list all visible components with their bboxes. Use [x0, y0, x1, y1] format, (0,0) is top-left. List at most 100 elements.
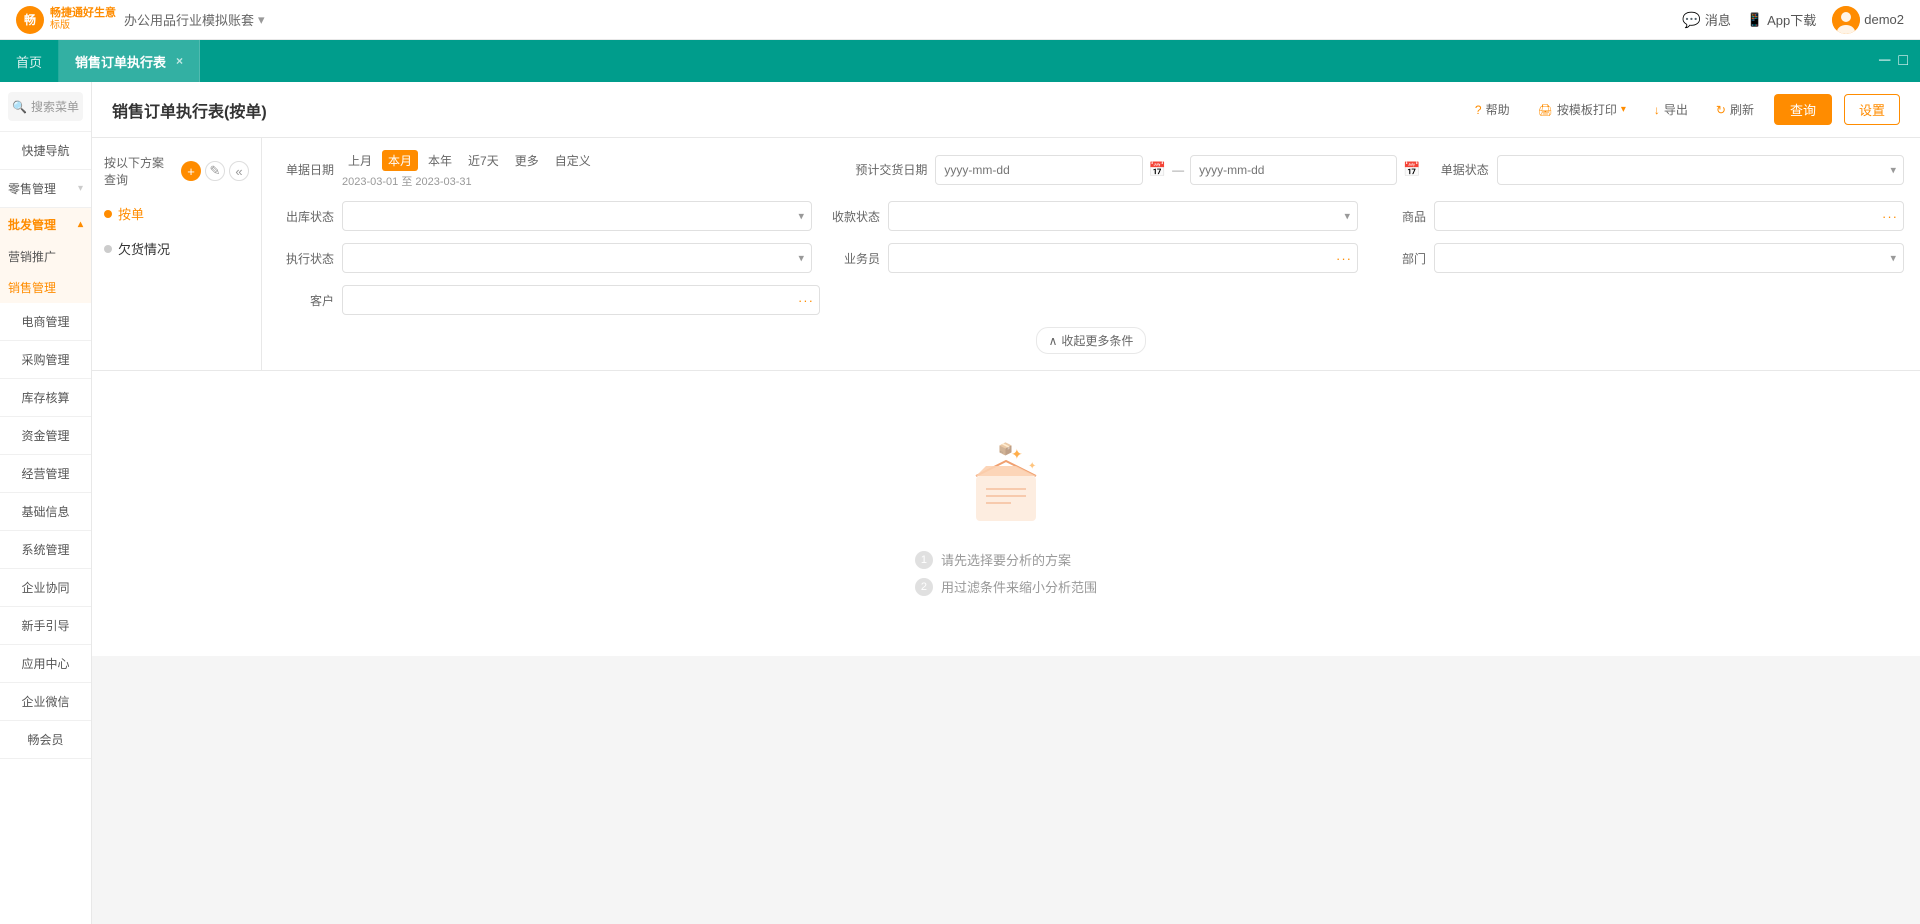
add-scheme-button[interactable]: + — [181, 161, 201, 181]
empty-step-2: 2 用过滤条件来缩小分析范围 — [915, 577, 1097, 596]
message-button[interactable]: 💬 消息 — [1682, 10, 1731, 29]
print-icon: 🖨 — [1538, 103, 1553, 117]
tab-maximize-button[interactable]: □ — [1898, 52, 1908, 70]
tab-bar-actions: ─ □ — [1867, 40, 1920, 82]
warehouse-status-select-wrap — [342, 201, 812, 231]
sidebar-search-area: 🔍 搜索菜单 — [0, 82, 91, 132]
sidebar-item-member[interactable]: 畅会员 — [0, 721, 91, 759]
sidebar-item-ecommerce[interactable]: 电商管理 — [0, 303, 91, 341]
edit-scheme-button[interactable]: ✎ — [205, 161, 225, 181]
doc-status-select-wrap — [1497, 155, 1904, 185]
empty-steps: 1 请先选择要分析的方案 2 用过滤条件来缩小分析范围 — [915, 550, 1097, 596]
help-button[interactable]: ? 帮助 — [1467, 97, 1518, 122]
shortcut-this-year[interactable]: 本年 — [422, 150, 458, 171]
forecast-date-from[interactable] — [935, 155, 1142, 185]
goods-label: 商品 — [1370, 208, 1426, 225]
filter-item-exec-status: 执行状态 — [278, 243, 812, 273]
calendar-from-icon[interactable]: 📅 — [1149, 161, 1166, 178]
exec-status-select-wrap — [342, 243, 812, 273]
filter-scheme-panel: 按以下方案查询 + ✎ « 按单 欠货情况 — [92, 138, 262, 370]
app-download-button[interactable]: 📱 App下载 — [1747, 10, 1816, 29]
sidebar-item-purchase[interactable]: 采购管理 — [0, 341, 91, 379]
dept-select-wrap — [1434, 243, 1904, 273]
collapse-scheme-button[interactable]: « — [229, 161, 249, 181]
query-button[interactable]: 查询 — [1774, 94, 1832, 125]
collection-status-select[interactable] — [888, 201, 1358, 231]
doc-status-select[interactable] — [1497, 155, 1904, 185]
shortcut-last-month[interactable]: 上月 — [342, 150, 378, 171]
page-actions: ? 帮助 🖨 按模板打印 ▾ ↓ 导出 ↻ 刷新 查询 — [1467, 94, 1900, 125]
salesperson-input[interactable] — [888, 243, 1358, 273]
date-range-display: 2023-03-01 至 2023-03-31 — [342, 173, 843, 189]
customer-label: 客户 — [278, 292, 334, 309]
warehouse-status-select[interactable] — [342, 201, 812, 231]
export-button[interactable]: ↓ 导出 — [1646, 97, 1696, 122]
filter-scheme-header: 按以下方案查询 + ✎ « — [92, 150, 261, 196]
sidebar-section-wholesale[interactable]: 批发管理 ▴ — [0, 208, 91, 241]
collapse-icon: ∧ — [1049, 334, 1058, 348]
shortcut-custom[interactable]: 自定义 — [549, 150, 597, 171]
filter-row-1: 单据日期 上月 本月 本年 近7天 更多 自定义 — [278, 150, 1904, 189]
calendar-to-icon[interactable]: 📅 — [1403, 161, 1420, 178]
filter-item-forecast-date: 预计交货日期 📅 — 📅 — [855, 155, 1420, 185]
empty-icon-area: ✦ ✦ 📦 — [956, 431, 1056, 534]
print-dropdown-icon: ▾ — [1621, 104, 1626, 115]
sidebar-item-newbie[interactable]: 新手引导 — [0, 607, 91, 645]
exec-status-select[interactable] — [342, 243, 812, 273]
collection-status-select-wrap — [888, 201, 1358, 231]
sidebar-item-apps[interactable]: 应用中心 — [0, 645, 91, 683]
sidebar-item-enterprise[interactable]: 企业协同 — [0, 569, 91, 607]
tab-bar: 首页 销售订单执行表 × ─ □ — [0, 40, 1920, 82]
forecast-date-to[interactable] — [1190, 155, 1397, 185]
empty-state: ✦ ✦ 📦 1 请先选择要分析的方案 2 用过滤条件来缩小分析范围 — [92, 371, 1920, 656]
logo-icon: 畅 — [16, 6, 44, 34]
filter-panel-inner: 按以下方案查询 + ✎ « 按单 欠货情况 — [92, 138, 1920, 370]
search-menu-button[interactable]: 🔍 搜索菜单 — [8, 92, 83, 121]
shortcut-7days[interactable]: 近7天 — [462, 150, 505, 171]
shortcut-this-month[interactable]: 本月 — [382, 150, 418, 171]
salesperson-more-icon[interactable]: ··· — [1336, 251, 1352, 266]
sidebar-item-marketing[interactable]: 营销推广 — [0, 241, 91, 272]
sidebar-item-quick-nav[interactable]: 快捷导航 — [0, 132, 91, 170]
dept-select[interactable] — [1434, 243, 1904, 273]
step-num-1: 1 — [915, 551, 933, 569]
customer-more-icon[interactable]: ··· — [798, 293, 814, 308]
scheme-item-order[interactable]: 按单 — [92, 196, 261, 231]
sidebar-item-operations[interactable]: 经营管理 — [0, 455, 91, 493]
top-bar: 畅 畅捷通好生意 标版 办公用品行业模拟账套 ▾ 💬 消息 📱 App下载 — [0, 0, 1920, 40]
filter-row-2: 出库状态 收款状态 — [278, 201, 1904, 231]
collection-status-label: 收款状态 — [824, 208, 880, 225]
empty-illustration: ✦ ✦ 📦 — [956, 431, 1056, 531]
filter-row-4: 客户 ··· — [278, 285, 1904, 315]
tab-home[interactable]: 首页 — [0, 40, 59, 82]
filter-scheme-actions: + ✎ « — [181, 161, 249, 181]
shortcut-more[interactable]: 更多 — [509, 150, 545, 171]
sidebar-item-wechat[interactable]: 企业微信 — [0, 683, 91, 721]
sidebar-item-finance[interactable]: 资金管理 — [0, 417, 91, 455]
breadcrumb-dropdown-icon[interactable]: ▾ — [258, 12, 265, 28]
tab-sales-order[interactable]: 销售订单执行表 × — [59, 40, 200, 82]
scheme-item-backorder[interactable]: 欠货情况 — [92, 231, 261, 266]
logo-area: 畅 畅捷通好生意 标版 — [16, 6, 116, 34]
chevron-up-icon: ▴ — [78, 219, 83, 230]
settings-button[interactable]: 设置 — [1844, 94, 1900, 125]
sidebar-item-sales[interactable]: 销售管理 — [0, 272, 91, 303]
empty-step-1: 1 请先选择要分析的方案 — [915, 550, 1097, 569]
sidebar-item-basic[interactable]: 基础信息 — [0, 493, 91, 531]
print-button[interactable]: 🖨 按模板打印 ▾ — [1530, 97, 1634, 122]
sidebar-item-system[interactable]: 系统管理 — [0, 531, 91, 569]
refresh-button[interactable]: ↻ 刷新 — [1708, 97, 1762, 122]
tab-close-icon[interactable]: × — [176, 54, 183, 68]
tab-minimize-button[interactable]: ─ — [1879, 52, 1890, 70]
customer-input[interactable] — [342, 285, 820, 315]
avatar — [1832, 6, 1860, 34]
sidebar-item-inventory[interactable]: 库存核算 — [0, 379, 91, 417]
chevron-down-icon: ▾ — [78, 183, 83, 194]
collapse-button[interactable]: ∧ 收起更多条件 — [1036, 327, 1147, 354]
user-avatar-area[interactable]: demo2 — [1832, 6, 1904, 34]
filter-item-dept: 部门 — [1370, 243, 1904, 273]
sidebar-item-retail[interactable]: 零售管理 ▾ — [0, 170, 91, 208]
avatar-image — [1832, 6, 1860, 34]
goods-input[interactable] — [1434, 201, 1904, 231]
goods-more-icon[interactable]: ··· — [1882, 209, 1898, 224]
